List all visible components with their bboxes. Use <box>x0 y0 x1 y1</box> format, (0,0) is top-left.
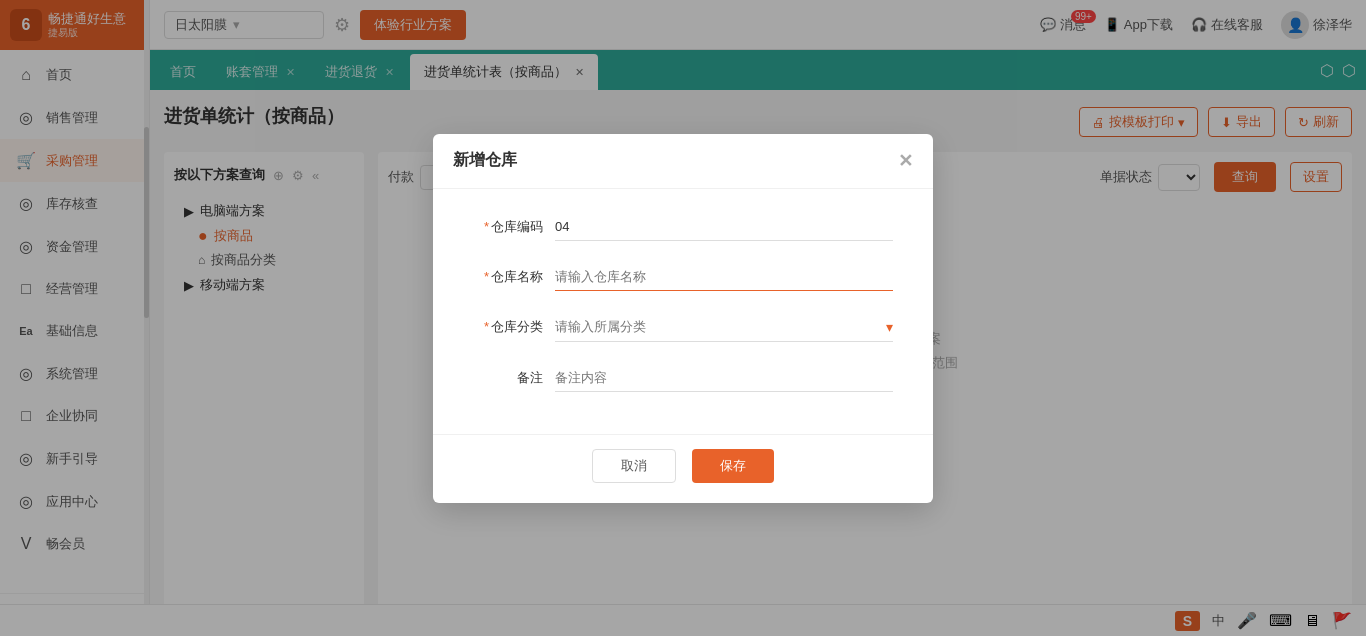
modal-overlay[interactable]: 新增仓库 ✕ 仓库编码 仓库名称 仓库分类 ▾ <box>0 0 1366 636</box>
form-row-category: 仓库分类 ▾ <box>473 313 893 342</box>
modal-body: 仓库编码 仓库名称 仓库分类 ▾ 备注 <box>433 189 933 434</box>
category-label: 仓库分类 <box>473 318 543 336</box>
name-label: 仓库名称 <box>473 268 543 286</box>
note-label: 备注 <box>473 369 543 387</box>
form-row-name: 仓库名称 <box>473 263 893 291</box>
modal-footer: 取消 保存 <box>433 435 933 503</box>
modal-header: 新增仓库 ✕ <box>433 134 933 189</box>
category-select-wrapper[interactable]: ▾ <box>555 313 893 342</box>
category-dropdown-icon: ▾ <box>886 319 893 335</box>
add-warehouse-modal: 新增仓库 ✕ 仓库编码 仓库名称 仓库分类 ▾ <box>433 134 933 503</box>
cancel-button[interactable]: 取消 <box>592 449 676 483</box>
note-input[interactable] <box>555 364 893 392</box>
modal-close-button[interactable]: ✕ <box>898 150 913 172</box>
category-input[interactable] <box>555 319 886 334</box>
code-label: 仓库编码 <box>473 218 543 236</box>
form-row-code: 仓库编码 <box>473 213 893 241</box>
name-input[interactable] <box>555 263 893 291</box>
form-row-note: 备注 <box>473 364 893 392</box>
modal-title: 新增仓库 <box>453 150 517 171</box>
save-button[interactable]: 保存 <box>692 449 774 483</box>
code-input[interactable] <box>555 213 893 241</box>
